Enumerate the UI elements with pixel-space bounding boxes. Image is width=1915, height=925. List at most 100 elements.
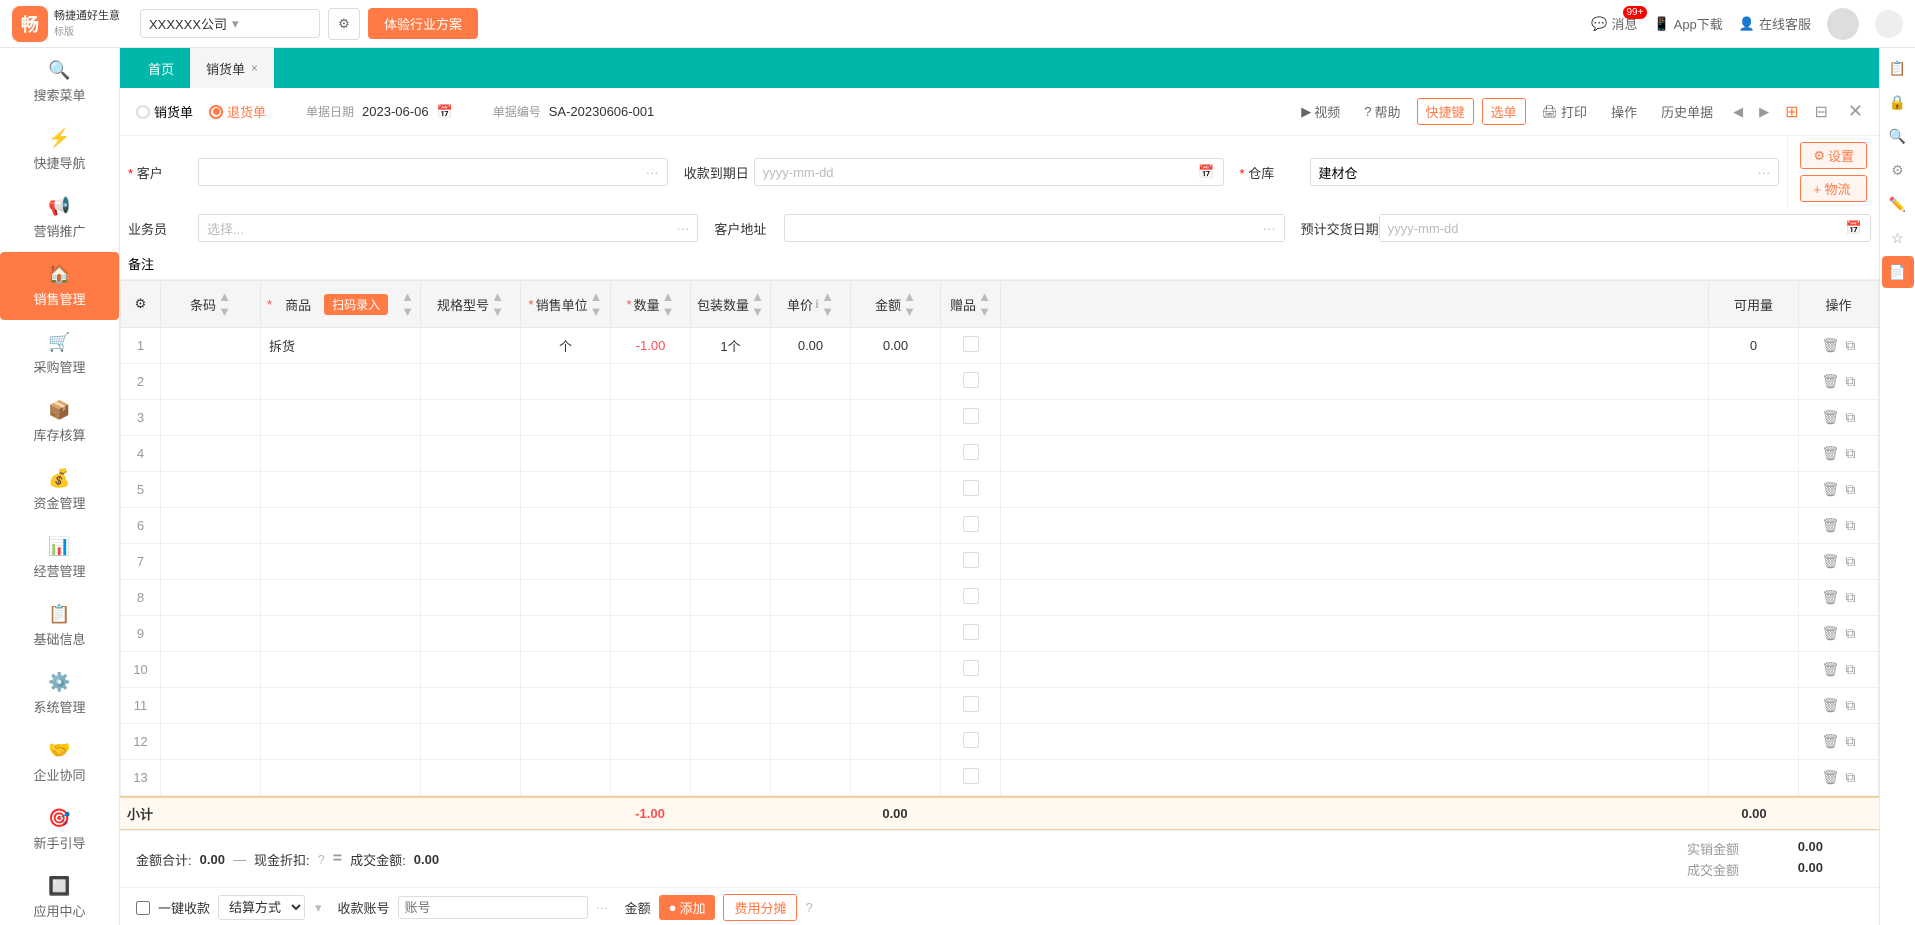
gift-checkbox-10[interactable] [963,696,979,712]
cell-unit-10[interactable] [521,688,611,724]
cell-unit-6[interactable] [521,544,611,580]
qty-sort[interactable]: ▲▼ [662,289,675,319]
gift-checkbox-11[interactable] [963,732,979,748]
delete-btn-9[interactable]: 🗑 [1822,661,1840,678]
cell-gift-6[interactable] [941,544,1001,580]
cell-qty-6[interactable] [611,544,691,580]
gift-checkbox-6[interactable] [963,552,979,568]
calc-method-select[interactable]: 结算方式 [218,895,305,920]
cell-pkgqty-6[interactable] [691,544,771,580]
delete-btn-12[interactable]: 🗑 [1822,769,1840,786]
cell-pkgqty-5[interactable] [691,508,771,544]
payment-help-icon[interactable]: ? [805,900,812,915]
gift-checkbox-12[interactable] [963,768,979,784]
barcode-sort[interactable]: ▲▼ [218,289,231,319]
cell-goods-2[interactable] [261,400,421,436]
cell-gift-4[interactable] [941,472,1001,508]
tab-sales-order[interactable]: 销货单 × [190,48,274,88]
cell-goods-10[interactable] [261,688,421,724]
delete-btn-7[interactable]: 🗑 [1822,589,1840,606]
cell-price-9[interactable] [771,652,851,688]
cell-spec-7[interactable] [421,580,521,616]
calc-dropdown-icon[interactable]: ▾ [315,900,322,916]
cell-pkgqty-1[interactable] [691,364,771,400]
cell-amount-8[interactable] [851,616,941,652]
salesman-input[interactable]: 选择... ··· [198,214,698,242]
cell-unit-11[interactable] [521,724,611,760]
sidebar-item-operation[interactable]: 📊 经营管理 [0,524,119,592]
price-help-icon[interactable]: ℹ [815,298,819,311]
price-sort[interactable]: ▲▼ [821,289,834,319]
cell-gift-7[interactable] [941,580,1001,616]
radio-return-order[interactable]: 退货单 [209,102,266,121]
cell-goods-6[interactable] [261,544,421,580]
account-dots[interactable]: ··· [596,900,609,915]
rs-star-icon[interactable]: ☆ [1882,222,1914,254]
copy-btn-5[interactable]: ⧉ [1845,517,1855,534]
shortcut-btn[interactable]: 快捷键 [1417,98,1474,125]
cell-barcode-0[interactable] [161,328,261,364]
cell-gift-12[interactable] [941,760,1001,796]
operate-btn[interactable]: 操作 [1603,99,1645,124]
cell-goods-12[interactable] [261,760,421,796]
cell-goods-3[interactable] [261,436,421,472]
cell-barcode-9[interactable] [161,652,261,688]
gift-checkbox-0[interactable] [963,336,979,352]
cell-goods-11[interactable] [261,724,421,760]
calendar-icon[interactable]: 📅 [437,104,453,120]
cell-pkgqty-12[interactable] [691,760,771,796]
cell-spec-6[interactable] [421,544,521,580]
tab-home[interactable]: 首页 [132,48,190,88]
sidebar-item-inventory[interactable]: 📦 库存核算 [0,388,119,456]
cell-barcode-10[interactable] [161,688,261,724]
delete-btn-3[interactable]: 🗑 [1822,445,1840,462]
radio-sales-order[interactable]: 销货单 [136,102,193,121]
delete-btn-0[interactable]: 🗑 [1822,337,1840,354]
cell-amount-5[interactable] [851,508,941,544]
avatar[interactable] [1827,8,1859,40]
cell-price-3[interactable] [771,436,851,472]
cell-pkgqty-3[interactable] [691,436,771,472]
history-btn[interactable]: 历史单据 [1653,99,1721,124]
cell-qty-10[interactable] [611,688,691,724]
sidebar-item-collab[interactable]: 🤝 企业协同 [0,728,119,796]
cell-price-11[interactable] [771,724,851,760]
expected-date-input[interactable]: yyyy-mm-dd 📅 [1379,214,1871,242]
rs-zoom-icon[interactable]: 🔍 [1882,120,1914,152]
pkgqty-sort[interactable]: ▲▼ [751,289,764,319]
cell-gift-5[interactable] [941,508,1001,544]
cell-amount-7[interactable] [851,580,941,616]
video-btn[interactable]: ▶ 视频 [1293,99,1348,124]
cell-spec-4[interactable] [421,472,521,508]
cell-unit-0[interactable]: 个 [521,328,611,364]
sidebar-item-finance[interactable]: 💰 资金管理 [0,456,119,524]
gift-checkbox-5[interactable] [963,516,979,532]
cell-amount-3[interactable] [851,436,941,472]
help-btn[interactable]: ? 帮助 [1356,99,1408,124]
delete-btn-2[interactable]: 🗑 [1822,409,1840,426]
cell-qty-1[interactable] [611,364,691,400]
cell-spec-11[interactable] [421,724,521,760]
copy-btn-4[interactable]: ⧉ [1845,481,1855,498]
rs-note-icon[interactable]: 📋 [1882,52,1914,84]
cell-qty-8[interactable] [611,616,691,652]
cell-amount-10[interactable] [851,688,941,724]
cell-qty-2[interactable] [611,400,691,436]
customer-dots[interactable]: ··· [646,165,659,180]
cell-gift-10[interactable] [941,688,1001,724]
avatar2[interactable] [1875,10,1903,38]
cell-price-2[interactable] [771,400,851,436]
cell-spec-5[interactable] [421,508,521,544]
gift-checkbox-7[interactable] [963,588,979,604]
next-btn[interactable]: ▶ [1755,102,1773,122]
cell-qty-5[interactable] [611,508,691,544]
cell-gift-2[interactable] [941,400,1001,436]
payment-date-input[interactable]: yyyy-mm-dd 📅 [754,158,1224,186]
cell-pkgqty-11[interactable] [691,724,771,760]
warehouse-input[interactable]: 建材仓 ··· [1310,158,1780,186]
one-click-checkbox[interactable] [136,901,150,915]
cell-barcode-12[interactable] [161,760,261,796]
cell-spec-12[interactable] [421,760,521,796]
gift-checkbox-9[interactable] [963,660,979,676]
copy-btn-12[interactable]: ⧉ [1845,769,1855,786]
